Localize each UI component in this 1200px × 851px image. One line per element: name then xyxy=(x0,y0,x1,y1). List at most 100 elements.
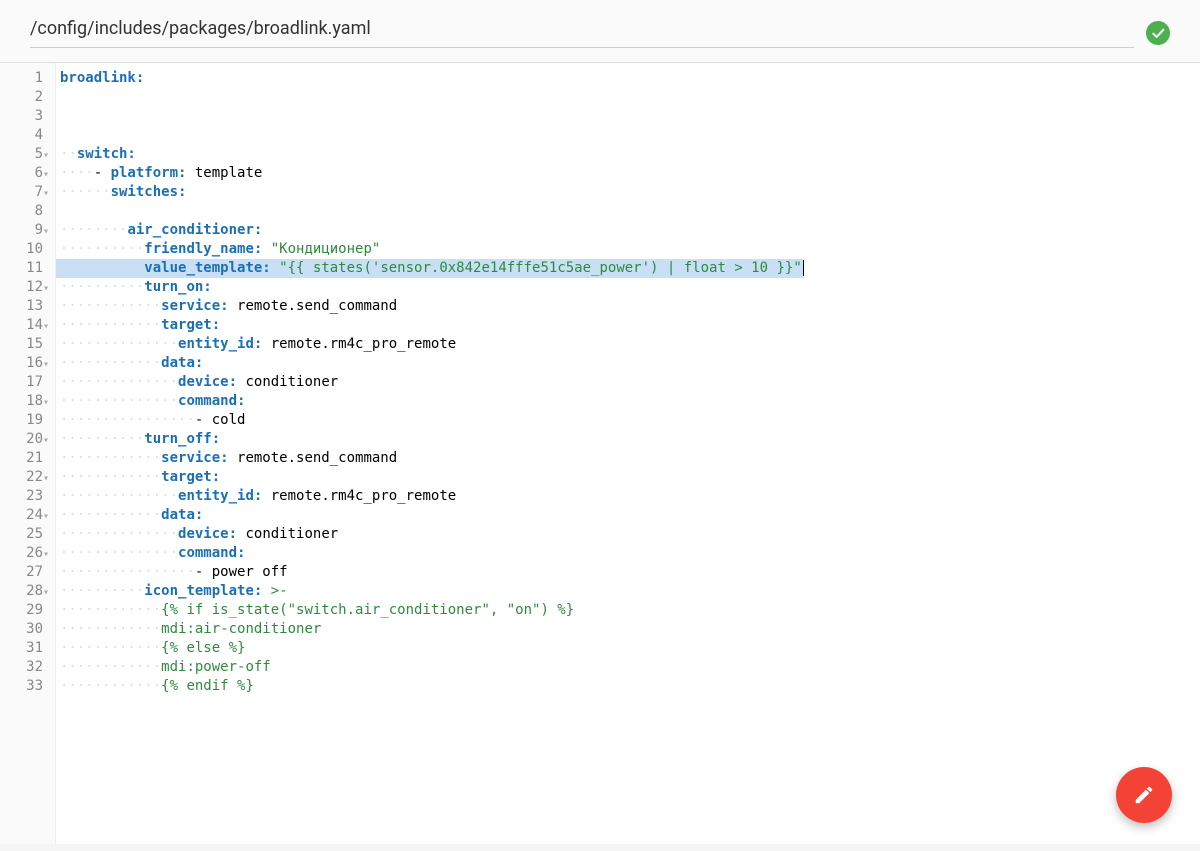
yaml-text xyxy=(271,260,279,276)
indent-guide: ············ xyxy=(60,298,161,314)
code-line[interactable]: ················- power off xyxy=(56,563,804,582)
code-line[interactable]: ··········turn_on: xyxy=(56,278,804,297)
code-line[interactable]: ············data: xyxy=(56,354,804,373)
yaml-key: command: xyxy=(178,393,245,409)
line-number: 29 xyxy=(0,601,47,620)
code-line[interactable]: ····- platform: template xyxy=(56,164,804,183)
fold-arrow-icon[interactable]: ▾ xyxy=(43,583,49,602)
fold-arrow-icon[interactable]: ▾ xyxy=(43,146,49,165)
code-line[interactable] xyxy=(56,107,804,126)
line-number: 21 xyxy=(0,449,47,468)
code-line[interactable]: ··············command: xyxy=(56,544,804,563)
fold-arrow-icon[interactable]: ▾ xyxy=(43,431,49,450)
indent-guide: ················ xyxy=(60,412,195,428)
yaml-string: "{{ states('sensor.0x842e14fffe51c5ae_po… xyxy=(279,260,802,276)
indent-guide: ···· xyxy=(60,165,94,181)
yaml-key: data: xyxy=(161,355,203,371)
code-line[interactable]: ··········value_template: "{{ states('se… xyxy=(56,259,804,278)
fold-arrow-icon[interactable]: ▾ xyxy=(43,184,49,203)
line-number: 23 xyxy=(0,487,47,506)
indent-guide: ·············· xyxy=(60,374,178,390)
indent-guide: ·············· xyxy=(60,545,178,561)
line-number: 30 xyxy=(0,620,47,639)
line-number: 4 xyxy=(0,126,47,145)
line-number: 32 xyxy=(0,658,47,677)
yaml-key: turn_on: xyxy=(144,279,211,295)
code-line[interactable]: ············{% endif %} xyxy=(56,677,804,696)
code-line[interactable] xyxy=(56,126,804,145)
code-line[interactable]: ············{% else %} xyxy=(56,639,804,658)
line-number: 10 xyxy=(0,240,47,259)
code-line[interactable]: ··············entity_id: remote.rm4c_pro… xyxy=(56,487,804,506)
yaml-key: platform: xyxy=(111,165,187,181)
code-line[interactable]: ······switches: xyxy=(56,183,804,202)
fold-arrow-icon[interactable]: ▾ xyxy=(43,279,49,298)
yaml-key: entity_id: xyxy=(178,488,262,504)
code-line[interactable]: ··············device: conditioner xyxy=(56,373,804,392)
code-line[interactable]: ········air_conditioner: xyxy=(56,221,804,240)
fold-arrow-icon[interactable]: ▾ xyxy=(43,222,49,241)
line-number: 1 xyxy=(0,69,47,88)
code-line[interactable]: ············target: xyxy=(56,316,804,335)
yaml-key: turn_off: xyxy=(144,431,220,447)
yaml-key: entity_id: xyxy=(178,336,262,352)
fold-arrow-icon[interactable]: ▾ xyxy=(43,507,49,526)
code-line[interactable] xyxy=(56,202,804,221)
code-line[interactable]: ············mdi:power-off xyxy=(56,658,804,677)
yaml-text xyxy=(262,241,270,257)
line-number: 24▾ xyxy=(0,506,47,525)
line-number: 5▾ xyxy=(0,145,47,164)
indent-guide: ······ xyxy=(60,184,111,200)
fold-arrow-icon[interactable]: ▾ xyxy=(43,469,49,488)
indent-guide: ············ xyxy=(60,678,161,694)
code-line[interactable]: broadlink: xyxy=(56,69,804,88)
indent-guide: ·············· xyxy=(60,526,178,542)
yaml-key: switches: xyxy=(111,184,187,200)
indent-guide: ·············· xyxy=(60,393,178,409)
code-line[interactable]: ············data: xyxy=(56,506,804,525)
code-line[interactable] xyxy=(56,88,804,107)
code-editor[interactable]: 12345▾6▾7▾89▾101112▾1314▾1516▾1718▾1920▾… xyxy=(0,63,1200,844)
fold-arrow-icon[interactable]: ▾ xyxy=(43,393,49,412)
fold-arrow-icon[interactable]: ▾ xyxy=(43,545,49,564)
indent-guide: ·········· xyxy=(60,583,144,599)
indent-guide: ············ xyxy=(60,317,161,333)
code-line[interactable]: ··············entity_id: remote.rm4c_pro… xyxy=(56,335,804,354)
yaml-key: air_conditioner: xyxy=(127,222,262,238)
yaml-key: icon_template: xyxy=(144,583,262,599)
code-line[interactable]: ············service: remote.send_command xyxy=(56,449,804,468)
code-line[interactable]: ··········friendly_name: "Кондиционер" xyxy=(56,240,804,259)
code-line[interactable]: ··············device: conditioner xyxy=(56,525,804,544)
code-line[interactable]: ················- cold xyxy=(56,411,804,430)
code-line[interactable]: ············target: xyxy=(56,468,804,487)
line-number: 25 xyxy=(0,525,47,544)
edit-fab-button[interactable] xyxy=(1116,767,1172,823)
code-line[interactable]: ··········turn_off: xyxy=(56,430,804,449)
fold-arrow-icon[interactable]: ▾ xyxy=(43,317,49,336)
code-line[interactable]: ············{% if is_state("switch.air_c… xyxy=(56,601,804,620)
line-number: 33 xyxy=(0,677,47,696)
yaml-text: remote.send_command xyxy=(229,298,398,314)
yaml-key: target: xyxy=(161,317,220,333)
code-line[interactable]: ··switch: xyxy=(56,145,804,164)
filepath-input[interactable]: /config/includes/packages/broadlink.yaml xyxy=(30,18,1134,48)
code-line[interactable]: ··············command: xyxy=(56,392,804,411)
yaml-string: "Кондиционер" xyxy=(271,241,381,257)
yaml-text: - power off xyxy=(195,564,288,580)
yaml-key: value_template: xyxy=(144,260,270,276)
yaml-string: mdi:air-conditioner xyxy=(161,621,321,637)
indent-guide: ·············· xyxy=(60,336,178,352)
code-line[interactable]: ··········icon_template: >- xyxy=(56,582,804,601)
yaml-key: service: xyxy=(161,298,228,314)
fold-arrow-icon[interactable]: ▾ xyxy=(43,355,49,374)
indent-guide: ·········· xyxy=(60,241,144,257)
fold-arrow-icon[interactable]: ▾ xyxy=(43,165,49,184)
line-number: 12▾ xyxy=(0,278,47,297)
code-line[interactable]: ············service: remote.send_command xyxy=(56,297,804,316)
line-number: 2 xyxy=(0,88,47,107)
indent-guide: ············ xyxy=(60,355,161,371)
code-line[interactable]: ············mdi:air-conditioner xyxy=(56,620,804,639)
editor-blank-area xyxy=(804,63,1200,844)
yaml-key: broadlink: xyxy=(60,70,144,86)
code-area[interactable]: broadlink: ··switch:····- platform: templ… xyxy=(56,63,804,844)
